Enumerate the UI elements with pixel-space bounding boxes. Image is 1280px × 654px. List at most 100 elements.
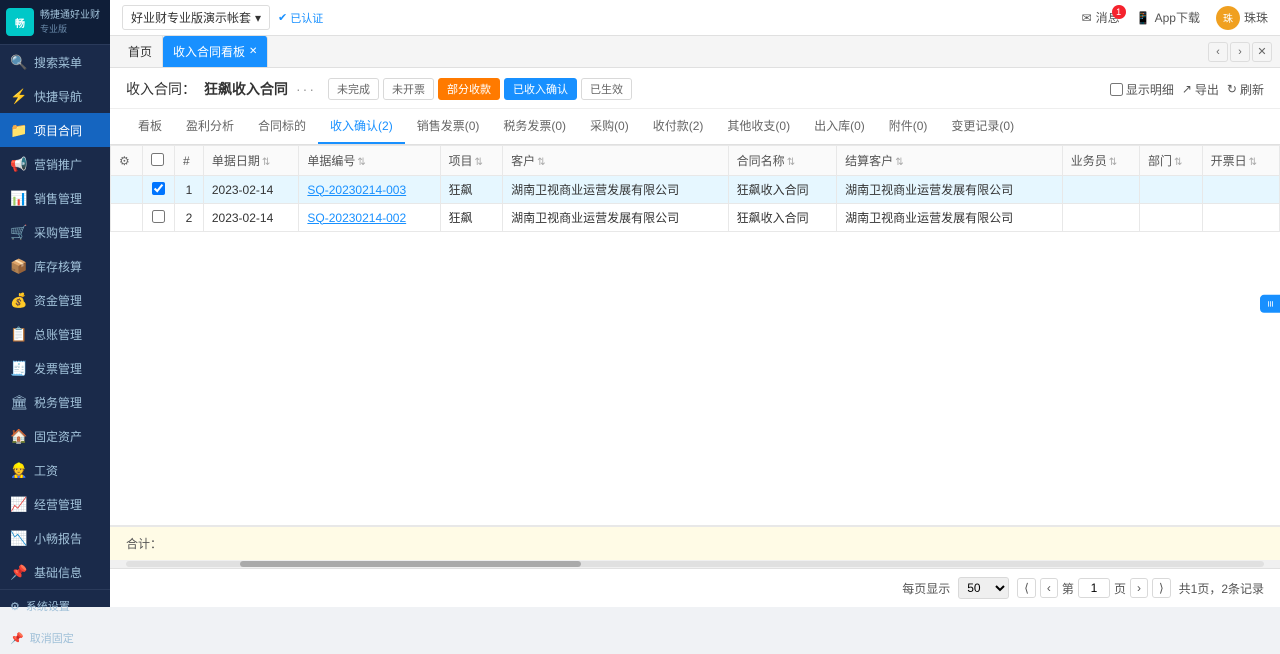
- status-btn-未完成[interactable]: 未完成: [328, 78, 379, 100]
- row-checkbox[interactable]: [152, 210, 165, 223]
- col-project[interactable]: 项目⇅: [440, 146, 503, 176]
- more-options-icon[interactable]: ···: [296, 81, 316, 97]
- col-result_customer[interactable]: 结算客户⇅: [837, 146, 1063, 176]
- nav-icon: 📈: [10, 495, 28, 513]
- unpin-label: 取消固定: [30, 630, 74, 646]
- table-row[interactable]: 22023-02-14SQ-20230214-002狂飙湖南卫视商业运营发展有限…: [111, 204, 1280, 232]
- nav-label: 搜索菜单: [34, 54, 82, 71]
- show-detail-toggle[interactable]: 显示明细: [1110, 81, 1174, 98]
- select-all-checkbox[interactable]: [151, 153, 164, 166]
- col-number[interactable]: 单据编号⇅: [299, 146, 440, 176]
- sub-tab-变更记录[interactable]: 变更记录(0): [939, 109, 1026, 144]
- sub-tab-收入确认[interactable]: 收入确认(2): [318, 109, 405, 144]
- sidebar-item-销售管理[interactable]: 📊销售管理: [0, 181, 110, 215]
- tab-home[interactable]: 首页: [118, 36, 163, 67]
- row-checkbox[interactable]: [152, 182, 165, 195]
- table-cell: 狂飙收入合同: [728, 176, 837, 204]
- nav-label: 总账管理: [34, 326, 82, 343]
- message-icon: ✉: [1082, 11, 1092, 25]
- status-btn-部分收款[interactable]: 部分收款: [438, 78, 500, 100]
- company-selector[interactable]: 好业财专业版演示帐套 ▾: [122, 5, 270, 30]
- tab-contract-board[interactable]: 收入合同看板 ✕: [163, 36, 268, 67]
- col-contract_name[interactable]: 合同名称⇅: [728, 146, 837, 176]
- status-btn-未开票[interactable]: 未开票: [383, 78, 434, 100]
- status-btn-已收入确认[interactable]: 已收入确认: [504, 78, 577, 100]
- app-logo: 畅: [6, 8, 34, 36]
- show-detail-checkbox[interactable]: [1110, 83, 1123, 96]
- app-download-action[interactable]: 📱 App下载: [1136, 9, 1200, 26]
- tab-close-icon[interactable]: ✕: [249, 46, 257, 57]
- sidebar-item-固定资产[interactable]: 🏠固定资产: [0, 419, 110, 453]
- sidebar-item-经营管理[interactable]: 📈 经营管理: [0, 487, 110, 521]
- certified-badge: ✔ 已认证: [278, 10, 323, 26]
- table-cell: 湖南卫视商业运营发展有限公司: [837, 204, 1063, 232]
- page-last-button[interactable]: ⟩: [1152, 578, 1171, 598]
- col-date[interactable]: 单据日期⇅: [203, 146, 299, 176]
- nav-icon: 🧾: [10, 359, 28, 377]
- sidebar-item-settings[interactable]: ⚙ 系统设置: [0, 590, 110, 622]
- sidebar-item-unpin[interactable]: 📌 取消固定: [0, 622, 110, 654]
- user-menu[interactable]: 珠 珠珠: [1216, 6, 1268, 30]
- sub-tab-销售发票[interactable]: 销售发票(0): [405, 109, 492, 144]
- sub-tab-税务发票[interactable]: 税务发票(0): [491, 109, 578, 144]
- avatar: 珠: [1216, 6, 1240, 30]
- sub-tab-合同标的[interactable]: 合同标的: [246, 109, 318, 144]
- right-float-button[interactable]: ≡: [1260, 294, 1280, 312]
- status-buttons: 未完成未开票部分收款已收入确认已生效: [328, 78, 632, 100]
- sidebar-item-总账管理[interactable]: 📋总账管理: [0, 317, 110, 351]
- total-info: 共1页，2条记录: [1179, 580, 1264, 597]
- pagination-nav: ⟨ ‹ 第 页 › ⟩: [1017, 578, 1170, 598]
- sub-tab-收付款[interactable]: 收付款(2): [641, 109, 716, 144]
- page-prev-button[interactable]: ‹: [1040, 578, 1058, 598]
- status-btn-已生效[interactable]: 已生效: [581, 78, 632, 100]
- table-cell: [1062, 204, 1139, 232]
- sub-tab-其他收支[interactable]: 其他收支(0): [715, 109, 802, 144]
- sidebar-item-资金管理[interactable]: 💰资金管理: [0, 283, 110, 317]
- page-input[interactable]: [1078, 578, 1110, 598]
- sidebar-item-快捷导航[interactable]: ⚡快捷导航: [0, 79, 110, 113]
- sub-tab-采购[interactable]: 采购(0): [578, 109, 641, 144]
- sidebar-item-库存核算[interactable]: 📦库存核算: [0, 249, 110, 283]
- col-department[interactable]: 部门⇅: [1139, 146, 1202, 176]
- refresh-button[interactable]: ↻ 刷新: [1227, 81, 1264, 98]
- export-button[interactable]: ↗ 导出: [1182, 81, 1219, 98]
- record-link[interactable]: SQ-20230214-002: [307, 211, 406, 225]
- per-page-select[interactable]: 50 20 100: [958, 577, 1009, 599]
- table-row[interactable]: 12023-02-14SQ-20230214-003狂飙湖南卫视商业运营发展有限…: [111, 176, 1280, 204]
- message-action[interactable]: ✉ 消息 1: [1082, 9, 1120, 26]
- sidebar-item-小畅报告[interactable]: 📉小畅报告: [0, 521, 110, 555]
- sidebar-item-营销推广[interactable]: 📢营销推广: [0, 147, 110, 181]
- page-first-button[interactable]: ⟨: [1017, 578, 1036, 598]
- col-index: #: [175, 146, 204, 176]
- col-settings[interactable]: ⚙: [111, 146, 143, 176]
- table-cell: [1062, 176, 1139, 204]
- sub-tab-盈利分析[interactable]: 盈利分析: [174, 109, 246, 144]
- sidebar-item-采购管理[interactable]: 🛒采购管理: [0, 215, 110, 249]
- tab-nav-next[interactable]: ›: [1230, 42, 1250, 62]
- sidebar-item-基础信息[interactable]: 📌基础信息: [0, 555, 110, 589]
- pagination: 每页显示 50 20 100 ⟨ ‹ 第 页 › ⟩ 共1页，2条记录: [110, 568, 1280, 607]
- sidebar-item-税务管理[interactable]: 🏛税务管理: [0, 385, 110, 419]
- sidebar-item-工资[interactable]: 👷工资: [0, 453, 110, 487]
- sub-tab-出入库[interactable]: 出入库(0): [802, 109, 877, 144]
- col-invoice_date[interactable]: 开票日⇅: [1202, 146, 1279, 176]
- tab-nav-prev[interactable]: ‹: [1208, 42, 1228, 62]
- record-link[interactable]: SQ-20230214-003: [307, 183, 406, 197]
- col-customer[interactable]: 客户⇅: [503, 146, 729, 176]
- sub-tab-附件[interactable]: 附件(0): [877, 109, 940, 144]
- nav-label: 经营管理: [34, 496, 82, 513]
- nav-label: 营销推广: [34, 156, 82, 173]
- contract-title-area: 收入合同： 狂飙收入合同 ··· 未完成未开票部分收款已收入确认已生效: [126, 78, 632, 100]
- sidebar-item-搜索菜单[interactable]: 🔍搜索菜单: [0, 45, 110, 79]
- certified-text: 已认证: [290, 10, 323, 26]
- scrollbar-thumb[interactable]: [240, 561, 581, 567]
- page-next-button[interactable]: ›: [1130, 578, 1148, 598]
- table-cell: 2023-02-14: [203, 204, 299, 232]
- table-settings-icon[interactable]: ⚙: [119, 154, 130, 168]
- horizontal-scrollbar[interactable]: [110, 560, 1280, 568]
- col-salesman[interactable]: 业务员⇅: [1062, 146, 1139, 176]
- tab-nav-close[interactable]: ✕: [1252, 42, 1272, 62]
- sidebar-item-项目合同[interactable]: 📁项目合同: [0, 113, 110, 147]
- sub-tab-看板[interactable]: 看板: [126, 109, 174, 144]
- sidebar-item-发票管理[interactable]: 🧾发票管理: [0, 351, 110, 385]
